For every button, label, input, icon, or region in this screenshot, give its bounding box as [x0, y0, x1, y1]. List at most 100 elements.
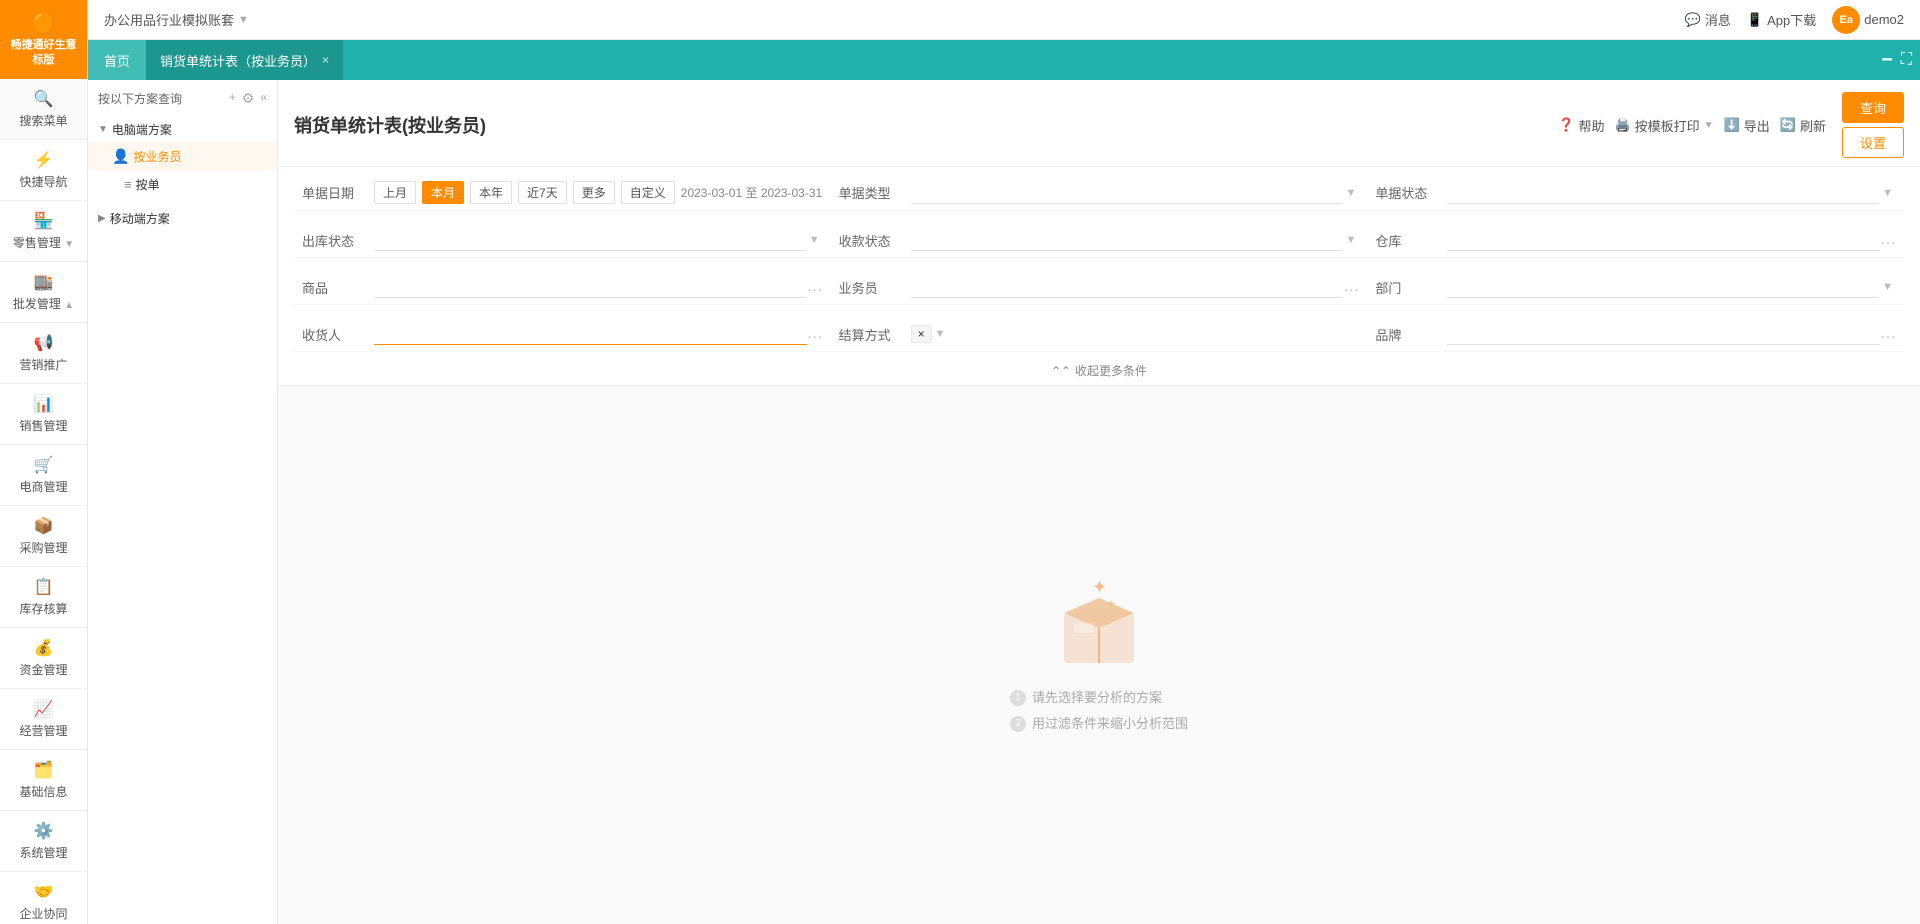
salesman-plan-icon: 👤: [112, 148, 129, 165]
doc-type-input[interactable]: [911, 182, 1343, 204]
sidebar-item-wholesale[interactable]: 🏬 批发管理 ▲: [0, 262, 87, 323]
consignee-input[interactable]: [374, 323, 807, 345]
logo-text: 畅捷通好生意 标版: [11, 39, 77, 66]
message-button[interactable]: 💬 消息: [1685, 10, 1731, 29]
retail-icon: 🏪: [4, 211, 83, 231]
collect-status-dropdown-icon[interactable]: ▼: [1342, 234, 1359, 246]
plan-group-desktop: ▼ 电脑端方案 👤 按业务员 ≡ 按单: [88, 113, 277, 202]
date-filter-label: 单据日期: [302, 183, 374, 202]
desktop-group-arrow: ▼: [98, 124, 108, 135]
product-input[interactable]: [374, 276, 807, 298]
add-plan-button[interactable]: +: [229, 90, 236, 107]
settings-plan-button[interactable]: ⚙: [242, 90, 255, 107]
brand-dots[interactable]: …: [1880, 325, 1896, 343]
salesman-dots[interactable]: …: [1343, 278, 1359, 296]
plan-item-by-salesman[interactable]: 👤 按业务员: [88, 142, 277, 171]
company-selector[interactable]: 办公用品行业模拟账套 ▼: [104, 10, 249, 29]
sidebar-item-operations[interactable]: 📈 经营管理: [0, 689, 87, 750]
sidebar-logo: 🟠 畅捷通好生意 标版: [0, 0, 87, 79]
collect-status-input[interactable]: [911, 229, 1343, 251]
tab-active[interactable]: 销货单统计表（按业务员） ×: [146, 40, 343, 80]
tab-home[interactable]: 首页: [88, 40, 146, 80]
svg-text:✦: ✦: [1106, 597, 1116, 611]
tab-close-button[interactable]: ×: [322, 53, 329, 67]
sidebar-item-finance[interactable]: 💰 资金管理: [0, 628, 87, 689]
mobile-group-title[interactable]: ▶ 移动端方案: [88, 206, 277, 231]
system-icon: ⚙️: [4, 821, 83, 841]
top-bar: 办公用品行业模拟账套 ▼ 💬 消息 📱 App下载 Ea demo2: [88, 0, 1920, 40]
template-print-button[interactable]: 🖨️ 按模板打印 ▼: [1614, 116, 1713, 135]
plan-item-by-doc[interactable]: ≡ 按单: [88, 171, 277, 198]
date-btn-custom[interactable]: 自定义: [621, 181, 675, 204]
salesman-label: 业务员: [839, 278, 911, 297]
wholesale-icon: 🏬: [4, 272, 83, 292]
user-menu[interactable]: Ea demo2: [1832, 6, 1904, 34]
payment-method-dropdown-icon[interactable]: ▼: [932, 328, 949, 340]
top-bar-right: 💬 消息 📱 App下载 Ea demo2: [1685, 6, 1904, 34]
sidebar-item-retail[interactable]: 🏪 零售管理 ▼: [0, 201, 87, 262]
plan-group-desktop-title[interactable]: ▼ 电脑端方案: [88, 117, 277, 142]
warehouse-input[interactable]: [1447, 229, 1880, 251]
dept-input[interactable]: [1447, 276, 1879, 298]
salesman-input[interactable]: [911, 276, 1344, 298]
date-btn-7days[interactable]: 近7天: [518, 181, 567, 204]
query-button[interactable]: 查询: [1842, 92, 1904, 123]
settings-button[interactable]: 设置: [1842, 127, 1904, 158]
tab-maximize-button[interactable]: ⛶: [1901, 51, 1912, 69]
sidebar-item-sales[interactable]: 📊 销售管理: [0, 384, 87, 445]
collapse-more-conditions[interactable]: ⌃⌃ 收起更多条件: [278, 356, 1920, 385]
payment-method-tag: ×: [911, 325, 932, 343]
filter-row-2: 出库状态 ▼ 收款状态 ▼ 仓库 …: [278, 215, 1920, 262]
sidebar-quick-nav-label: 快捷导航: [19, 175, 67, 189]
filter-row-1: 单据日期 上月 本月 本年 近7天 更多 自定义 2023-03-01 至 20…: [278, 167, 1920, 215]
sidebar-item-purchase[interactable]: 📦 采购管理: [0, 506, 87, 567]
template-print-label: 按模板打印: [1635, 116, 1700, 135]
avatar-text: Ea: [1840, 14, 1853, 26]
export-button[interactable]: ⬇️ 导出: [1724, 116, 1770, 135]
left-panel: 按以下方案查询 + ⚙ « ▼ 电脑端方案 👤 按业务员 ≡: [88, 80, 278, 924]
dept-dropdown-icon[interactable]: ▼: [1879, 281, 1896, 293]
sidebar-item-system[interactable]: ⚙️ 系统管理: [0, 811, 87, 872]
content-area: ✦ ✦ 1 请先选择要分析的方案 2 用过滤条件来缩小分析范围: [278, 386, 1920, 924]
download-icon: 📱: [1747, 12, 1763, 28]
warehouse-filter-cell: 仓库 …: [1367, 223, 1904, 258]
tab-minimize-button[interactable]: 🗕: [1881, 47, 1892, 74]
consignee-dots[interactable]: …: [807, 325, 823, 343]
svg-text:✦: ✦: [1092, 577, 1107, 597]
sidebar-item-quick-nav[interactable]: ⚡ 快捷导航: [0, 140, 87, 201]
help-button[interactable]: ❓ 帮助: [1558, 116, 1604, 135]
warehouse-dots[interactable]: …: [1880, 231, 1896, 249]
consignee-filter-cell: 收货人 …: [294, 317, 831, 352]
refresh-button[interactable]: 🔄 刷新: [1780, 116, 1826, 135]
sidebar-item-search[interactable]: 🔍 搜索菜单: [0, 79, 87, 140]
page-content: 按以下方案查询 + ⚙ « ▼ 电脑端方案 👤 按业务员 ≡: [88, 80, 1920, 924]
payment-tag-x[interactable]: ×: [918, 327, 925, 341]
date-btn-this-month[interactable]: 本月: [422, 181, 464, 204]
date-btn-this-year[interactable]: 本年: [470, 181, 512, 204]
refresh-label: 刷新: [1800, 116, 1826, 135]
collapse-panel-button[interactable]: «: [260, 90, 267, 107]
purchase-icon: 📦: [4, 516, 83, 536]
date-btn-more[interactable]: 更多: [573, 181, 615, 204]
doc-status-input[interactable]: [1447, 182, 1879, 204]
quick-nav-icon: ⚡: [4, 150, 83, 170]
doc-status-label: 单据状态: [1375, 183, 1447, 202]
product-dots[interactable]: …: [807, 278, 823, 296]
date-btn-last-month[interactable]: 上月: [374, 181, 416, 204]
sidebar-item-inventory[interactable]: 📋 库存核算: [0, 567, 87, 628]
message-icon: 💬: [1685, 12, 1701, 28]
doc-status-dropdown-icon[interactable]: ▼: [1879, 187, 1896, 199]
out-status-dropdown-icon[interactable]: ▼: [806, 234, 823, 246]
sidebar-item-ecommerce[interactable]: 🛒 电商管理: [0, 445, 87, 506]
app-download-button[interactable]: 📱 App下载: [1747, 10, 1816, 29]
doc-type-dropdown-icon[interactable]: ▼: [1342, 187, 1359, 199]
sidebar-item-enterprise[interactable]: 🤝 企业协同: [0, 872, 87, 924]
wholesale-expand-icon: ▲: [64, 300, 74, 311]
collapse-up-icon: ⌃⌃: [1051, 364, 1071, 378]
sidebar-item-marketing[interactable]: 📢 营销推广: [0, 323, 87, 384]
empty-state-icon: ✦ ✦: [1044, 573, 1154, 673]
sidebar-item-basic-info[interactable]: 🗂️ 基础信息: [0, 750, 87, 811]
out-status-input[interactable]: [374, 229, 806, 251]
brand-input[interactable]: [1447, 323, 1880, 345]
doc-plan-icon: ≡: [124, 177, 132, 192]
